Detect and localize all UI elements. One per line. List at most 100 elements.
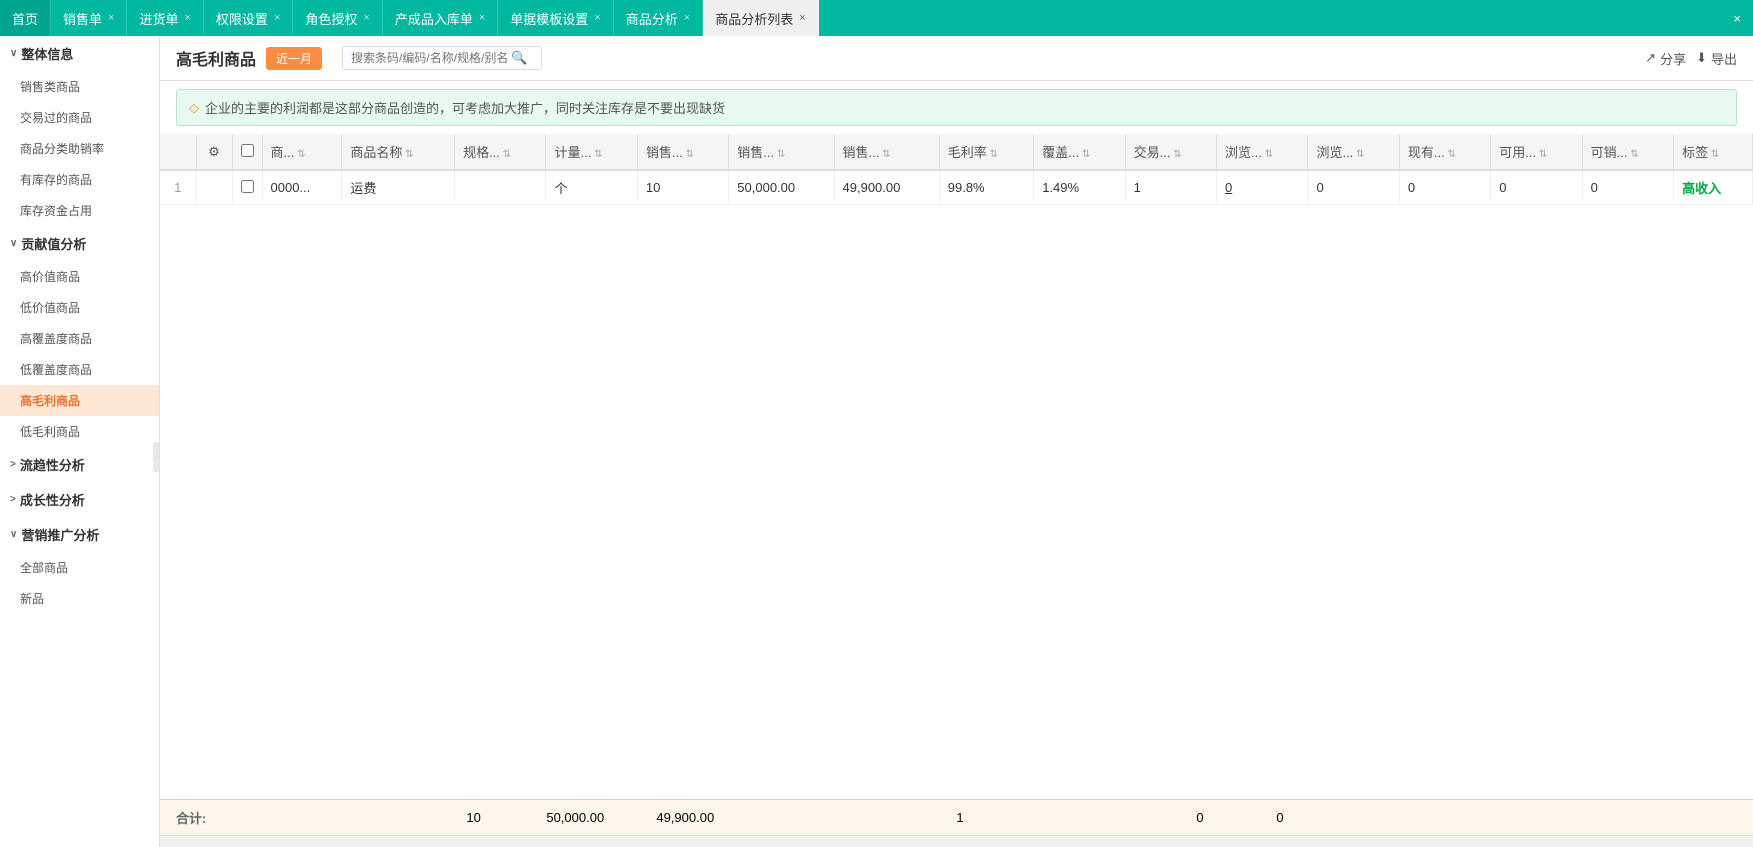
export-button[interactable]: ⬇ 导出	[1696, 49, 1737, 68]
sidebar-item-商品分类助销率[interactable]: 商品分类助销率	[0, 133, 159, 164]
tab-close-icon[interactable]: ×	[184, 12, 190, 24]
col-header-sales_qty[interactable]: 销售... ⇅	[637, 134, 728, 170]
footer-current-stock: 0	[1196, 810, 1256, 825]
content-header: 高毛利商品 近一月 🔍 ↗ 分享 ⬇ 导出	[160, 36, 1753, 81]
sidebar-item-高覆盖度商品[interactable]: 高覆盖度商品	[0, 323, 159, 354]
col-header-spec[interactable]: 规格... ⇅	[455, 134, 546, 170]
table-container: ⚙商... ⇅商品名称 ⇅规格... ⇅计量... ⇅销售... ⇅销售... …	[160, 134, 1753, 799]
nav-tab-商品分析[interactable]: 商品分析×	[614, 0, 703, 36]
sidebar-collapse-button[interactable]: «	[153, 442, 160, 472]
sort-icon: ⇅	[1708, 149, 1719, 160]
cell-transaction: 1	[1125, 170, 1216, 205]
chevron-icon: >	[10, 494, 16, 505]
col-header-name[interactable]: 商品名称 ⇅	[342, 134, 455, 170]
sidebar-group-营销推广分析[interactable]: ∨营销推广分析	[0, 517, 159, 552]
sort-icon: ⇅	[591, 149, 602, 160]
nav-tab-销售单[interactable]: 销售单×	[51, 0, 127, 36]
export-icon: ⬇	[1696, 50, 1707, 66]
col-header-browse1[interactable]: 浏览... ⇅	[1217, 134, 1308, 170]
filter-button[interactable]: 近一月	[266, 47, 322, 70]
footer-sales-cost: 49,900.00	[656, 810, 746, 825]
search-input[interactable]	[351, 51, 511, 65]
sidebar-group-流趋性分析[interactable]: >流趋性分析	[0, 447, 159, 482]
col-header-sales_amount[interactable]: 销售... ⇅	[729, 134, 834, 170]
col-header-available[interactable]: 可用... ⇅	[1491, 134, 1582, 170]
search-box: 🔍	[342, 46, 542, 70]
tab-close-icon[interactable]: ×	[799, 12, 805, 24]
sort-icon: ⇅	[294, 149, 305, 160]
nav-tab-角色授权[interactable]: 角色授权×	[293, 0, 382, 36]
footer-available: 0	[1276, 810, 1336, 825]
col-header-unit[interactable]: 计量... ⇅	[546, 134, 637, 170]
sidebar-group-贡献值分析[interactable]: ∨贡献值分析	[0, 226, 159, 261]
sidebar-item-高价值商品[interactable]: 高价值商品	[0, 261, 159, 292]
sort-icon: ⇅	[774, 149, 785, 160]
col-header-saleable[interactable]: 可销... ⇅	[1582, 134, 1673, 170]
data-table: ⚙商... ⇅商品名称 ⇅规格... ⇅计量... ⇅销售... ⇅销售... …	[160, 134, 1753, 205]
nav-tab-商品分析列表[interactable]: 商品分析列表×	[703, 0, 818, 36]
chevron-icon: ∨	[10, 48, 17, 59]
sidebar-item-低覆盖度商品[interactable]: 低覆盖度商品	[0, 354, 159, 385]
sidebar: « ∨ 整体信息销售类商品交易过的商品商品分类助销率有库存的商品库存资金占用∨贡献…	[0, 36, 160, 847]
col-header-checkbox[interactable]	[232, 134, 262, 170]
cell-checkbox	[232, 170, 262, 205]
table-row: 10000...运费个1050,000.0049,900.0099.8%1.49…	[160, 170, 1753, 205]
col-header-sales_cost[interactable]: 销售... ⇅	[834, 134, 939, 170]
header-actions: ↗ 分享 ⬇ 导出	[1645, 49, 1737, 68]
footer-empty1	[226, 810, 446, 825]
cell-sales_amount: 50,000.00	[729, 170, 834, 205]
sidebar-item-库存资金占用[interactable]: 库存资金占用	[0, 195, 159, 226]
nav-tab-产成品入库单[interactable]: 产成品入库单×	[383, 0, 498, 36]
nav-tab-进货单[interactable]: 进货单×	[127, 0, 203, 36]
col-header-tag[interactable]: 标签 ⇅	[1674, 134, 1753, 170]
tab-close-icon[interactable]: ×	[274, 12, 280, 24]
info-text: 企业的主要的利润都是这部分商品创造的，可考虑加大推广，同时关注库存是不要出现缺货	[205, 98, 725, 117]
search-icon[interactable]: 🔍	[511, 50, 527, 66]
sidebar-item-新品[interactable]: 新品	[0, 583, 159, 614]
sort-icon: ⇅	[1079, 149, 1090, 160]
col-header-coverage[interactable]: 覆盖... ⇅	[1034, 134, 1125, 170]
sort-icon: ⇅	[402, 149, 413, 160]
cell-settings	[196, 170, 232, 205]
nav-tab-首页[interactable]: 首页	[0, 0, 51, 36]
sort-icon: ⇅	[987, 149, 998, 160]
col-header-gross_margin[interactable]: 毛利率 ⇅	[939, 134, 1033, 170]
sidebar-item-交易过的商品[interactable]: 交易过的商品	[0, 102, 159, 133]
tab-close-icon[interactable]: ×	[684, 12, 690, 24]
col-header-code[interactable]: 商... ⇅	[262, 134, 342, 170]
sidebar-group-成长性分析[interactable]: >成长性分析	[0, 482, 159, 517]
row-checkbox[interactable]	[241, 180, 254, 193]
row-number: 1	[160, 170, 196, 205]
col-header-settings[interactable]: ⚙	[196, 134, 232, 170]
tab-close-icon[interactable]: ×	[108, 12, 114, 24]
sidebar-group-整体信息[interactable]: ∨ 整体信息	[0, 36, 159, 71]
cell-sales_qty: 10	[637, 170, 728, 205]
sidebar-item-全部商品[interactable]: 全部商品	[0, 552, 159, 583]
tab-close-icon[interactable]: ×	[479, 12, 485, 24]
info-banner: ◇ 企业的主要的利润都是这部分商品创造的，可考虑加大推广，同时关注库存是不要出现…	[176, 89, 1737, 126]
share-button[interactable]: ↗ 分享	[1645, 49, 1686, 68]
window-close-button[interactable]: ×	[1721, 0, 1753, 36]
sidebar-group-label: 整体信息	[21, 44, 73, 63]
select-all-checkbox[interactable]	[241, 144, 254, 157]
nav-tab-单据模板设置[interactable]: 单据模板设置×	[498, 0, 613, 36]
cell-tag: 高收入	[1674, 170, 1753, 205]
sidebar-item-有库存的商品[interactable]: 有库存的商品	[0, 164, 159, 195]
cell-saleable: 0	[1582, 170, 1673, 205]
col-header-transaction[interactable]: 交易... ⇅	[1125, 134, 1216, 170]
cell-unit: 个	[546, 170, 637, 205]
col-header-current_stock[interactable]: 现有... ⇅	[1399, 134, 1490, 170]
top-nav: 首页销售单×进货单×权限设置×角色授权×产成品入库单×单据模板设置×商品分析×商…	[0, 0, 1753, 36]
tab-close-icon[interactable]: ×	[594, 12, 600, 24]
sidebar-item-销售类商品[interactable]: 销售类商品	[0, 71, 159, 102]
cell-current_stock: 0	[1399, 170, 1490, 205]
nav-tab-权限设置[interactable]: 权限设置×	[204, 0, 293, 36]
sidebar-item-低价值商品[interactable]: 低价值商品	[0, 292, 159, 323]
cell-code: 0000...	[262, 170, 342, 205]
sidebar-item-高毛利商品[interactable]: 高毛利商品	[0, 385, 159, 416]
tab-close-icon[interactable]: ×	[363, 12, 369, 24]
cell-browse1[interactable]: 0	[1217, 170, 1308, 205]
col-header-browse2[interactable]: 浏览... ⇅	[1308, 134, 1399, 170]
horizontal-scrollbar[interactable]	[160, 835, 1753, 847]
sidebar-item-低毛利商品[interactable]: 低毛利商品	[0, 416, 159, 447]
